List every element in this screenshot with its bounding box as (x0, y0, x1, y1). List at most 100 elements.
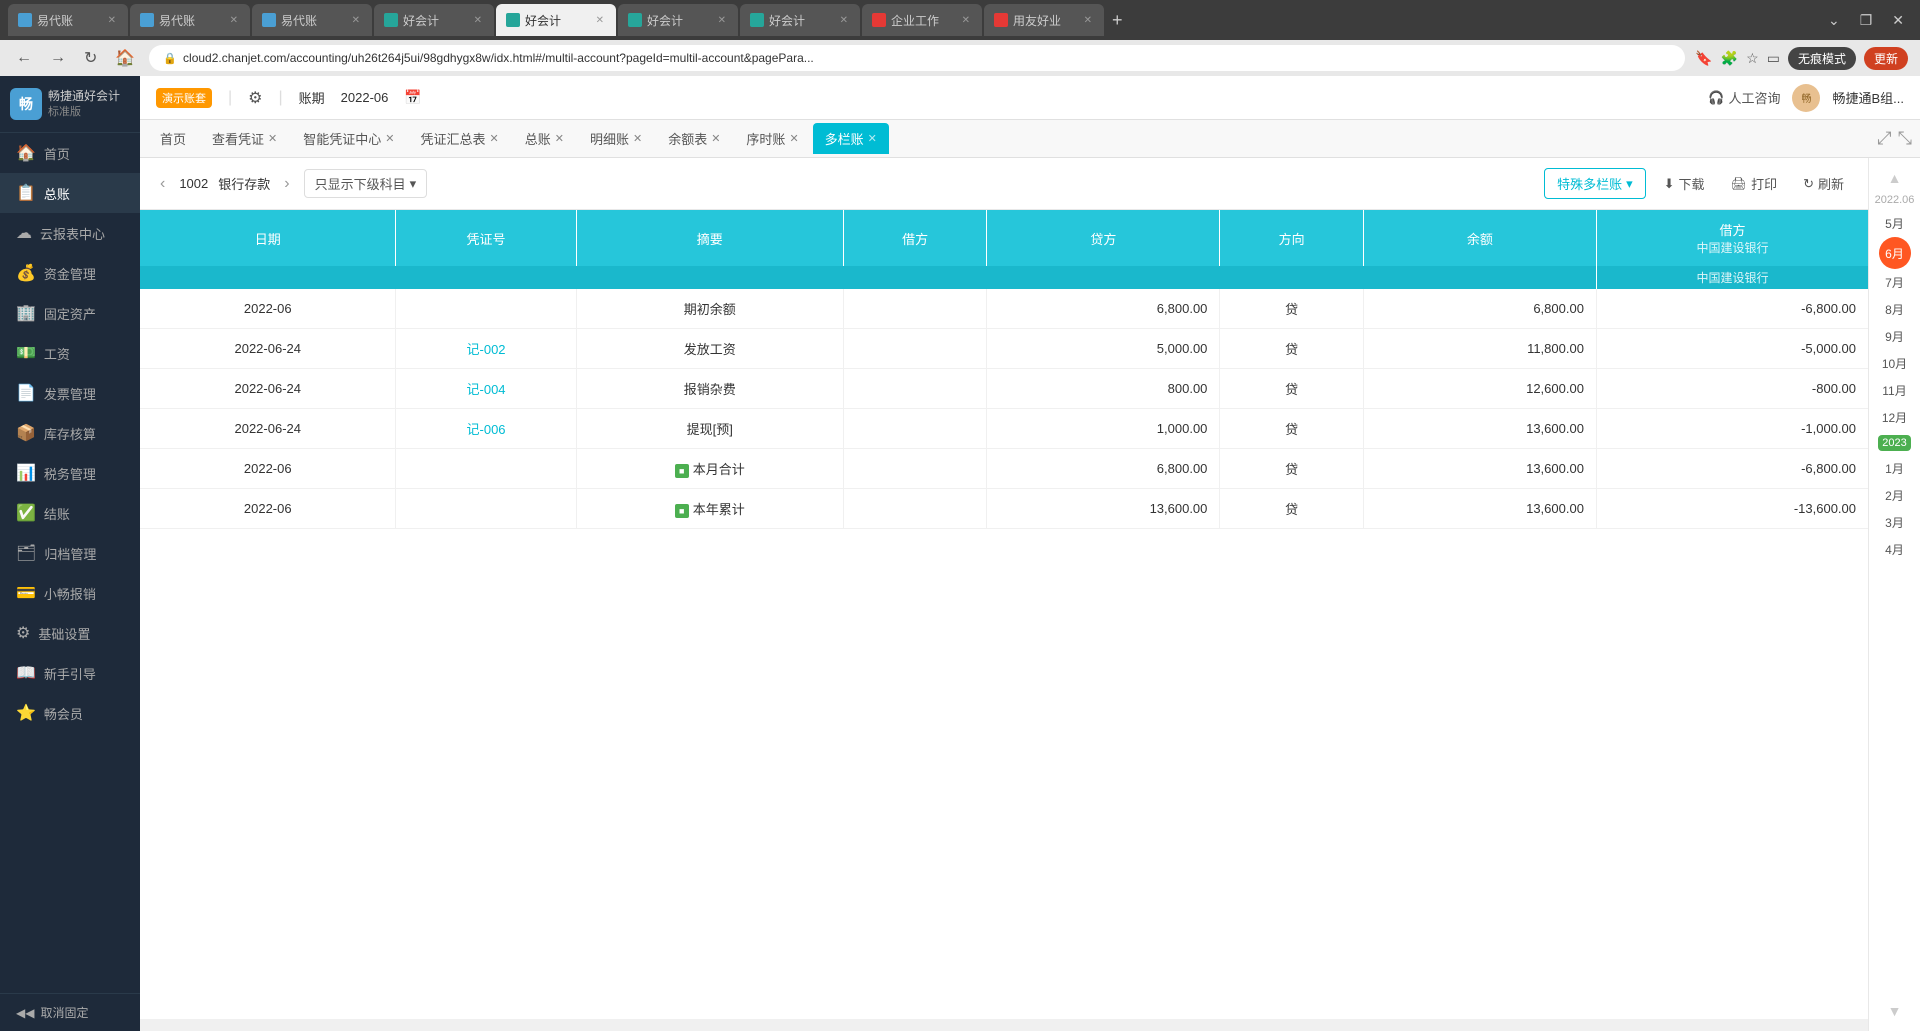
timeline-up-button[interactable]: ▲ (1884, 166, 1906, 190)
timeline-month-jan[interactable]: 1月 (1876, 455, 1914, 482)
tab-detail-ledger-close[interactable]: ✕ (633, 132, 642, 145)
sidebar-item-guide[interactable]: 📖 新手引导 (0, 653, 140, 693)
timeline-down-button[interactable]: ▼ (1884, 999, 1906, 1023)
collapse-panel-button[interactable]: ⤢ (1877, 128, 1891, 149)
timeline-month-11[interactable]: 11月 (1876, 377, 1914, 404)
timeline-month-12[interactable]: 12月 (1876, 404, 1914, 431)
browser-tab-3[interactable]: 易代账 ✕ (252, 4, 372, 36)
tab-close-7[interactable]: ✕ (838, 13, 850, 28)
sidebar-item-cloud-report[interactable]: ☁ 云报表中心 (0, 213, 140, 253)
next-account-button[interactable]: › (280, 171, 293, 197)
browser-tab-5[interactable]: 好会计 ✕ (496, 4, 616, 36)
tab-close-6[interactable]: ✕ (716, 13, 728, 28)
tab-balance[interactable]: 余额表 ✕ (656, 123, 732, 154)
table-cell[interactable] (396, 489, 576, 529)
browser-tab-2[interactable]: 易代账 ✕ (130, 4, 250, 36)
timeline-month-8[interactable]: 8月 (1876, 296, 1914, 323)
sidebar-item-expense[interactable]: 💳 小畅报销 (0, 573, 140, 613)
expand-panel-button[interactable]: ⤡ (1898, 128, 1912, 149)
sidebar-pin-button[interactable]: ◀◀ 取消固定 (0, 994, 140, 1031)
special-multi-column-button[interactable]: 特殊多栏账 ▾ (1544, 168, 1646, 199)
tab-multi-column-close[interactable]: ✕ (868, 132, 877, 145)
browser-tab-8[interactable]: 企业工作 ✕ (862, 4, 982, 36)
tab-close-1[interactable]: ✕ (106, 13, 118, 28)
update-button[interactable]: 更新 (1864, 47, 1908, 70)
sidebar-item-close-books[interactable]: ✅ 结账 (0, 493, 140, 533)
timeline-month-mar[interactable]: 3月 (1876, 509, 1914, 536)
bookmark-icon[interactable]: 🔖 (1695, 50, 1712, 67)
timeline-month-6[interactable]: 6月 (1879, 237, 1911, 269)
table-cell[interactable] (396, 289, 576, 329)
print-button[interactable]: 🖨 打印 (1723, 169, 1786, 198)
restore-button[interactable]: ❐ (1852, 8, 1881, 33)
tab-home[interactable]: 首页 (148, 123, 198, 154)
table-cell[interactable]: 记-002 (396, 329, 576, 369)
browser-tab-4[interactable]: 好会计 ✕ (374, 4, 494, 36)
browser-tab-7[interactable]: 好会计 ✕ (740, 4, 860, 36)
sidebar-item-membership[interactable]: ⭐ 畅会员 (0, 693, 140, 733)
horizontal-scrollbar[interactable] (140, 1019, 1868, 1031)
home-button[interactable]: 🏠 (111, 44, 139, 72)
minimize-button[interactable]: ⌄ (1820, 8, 1848, 33)
new-tab-button[interactable]: + (1106, 10, 1129, 31)
tab-close-2[interactable]: ✕ (228, 13, 240, 28)
table-cell[interactable]: 记-004 (396, 369, 576, 409)
tab-detail-ledger[interactable]: 明细账 ✕ (578, 123, 654, 154)
browser-tab-6[interactable]: 好会计 ✕ (618, 4, 738, 36)
star-icon[interactable]: ☆ (1746, 50, 1759, 67)
refresh-button[interactable]: ↻ (80, 44, 101, 72)
url-input[interactable]: 🔒 cloud2.chanjet.com/accounting/uh26t264… (149, 45, 1685, 71)
sidebar-item-fund[interactable]: 💰 资金管理 (0, 253, 140, 293)
download-button[interactable]: ⬇ 下载 (1656, 169, 1713, 198)
refresh-button[interactable]: ↻ 刷新 (1795, 169, 1852, 198)
tab-general-ledger[interactable]: 总账 ✕ (513, 123, 576, 154)
table-cell[interactable] (396, 449, 576, 489)
sidebar-item-payroll[interactable]: 💵 工资 (0, 333, 140, 373)
timeline-month-10[interactable]: 10月 (1876, 350, 1914, 377)
tab-close-4[interactable]: ✕ (472, 13, 484, 28)
sidebar-item-settings[interactable]: ⚙ 基础设置 (0, 613, 140, 653)
sidebar-toggle-icon[interactable]: ▭ (1767, 50, 1780, 67)
tab-view-voucher[interactable]: 查看凭证 ✕ (200, 123, 289, 154)
tab-label-4: 好会计 (403, 12, 467, 29)
timeline-month-9[interactable]: 9月 (1876, 323, 1914, 350)
back-button[interactable]: ← (12, 45, 36, 71)
no-trace-button[interactable]: 无痕模式 (1788, 47, 1856, 70)
tab-smart-voucher[interactable]: 智能凭证中心 ✕ (291, 123, 406, 154)
sidebar-item-assets[interactable]: 🏢 固定资产 (0, 293, 140, 333)
timeline-month-7[interactable]: 7月 (1876, 269, 1914, 296)
sidebar-item-inventory[interactable]: 📦 库存核算 (0, 413, 140, 453)
sidebar-item-tax[interactable]: 📊 税务管理 (0, 453, 140, 493)
browser-tab-9[interactable]: 用友好业 ✕ (984, 4, 1104, 36)
tab-journal-close[interactable]: ✕ (789, 132, 798, 145)
tab-balance-close[interactable]: ✕ (711, 132, 720, 145)
extensions-icon[interactable]: 🧩 (1721, 50, 1738, 67)
timeline-month-feb[interactable]: 2月 (1876, 482, 1914, 509)
tab-smart-voucher-close[interactable]: ✕ (385, 132, 394, 145)
sidebar-item-invoice[interactable]: 📄 发票管理 (0, 373, 140, 413)
close-button[interactable]: ✕ (1884, 8, 1912, 33)
tab-view-voucher-close[interactable]: ✕ (268, 132, 277, 145)
timeline-month-apr[interactable]: 4月 (1876, 536, 1914, 563)
sidebar-item-ledger[interactable]: 📋 总账 (0, 173, 140, 213)
tab-multi-column[interactable]: 多栏账 ✕ (813, 123, 889, 154)
table-cell[interactable]: 记-006 (396, 409, 576, 449)
tab-close-3[interactable]: ✕ (350, 13, 362, 28)
tab-general-ledger-close[interactable]: ✕ (555, 132, 564, 145)
browser-tab-1[interactable]: 易代账 ✕ (8, 4, 128, 36)
tab-voucher-summary[interactable]: 凭证汇总表 ✕ (408, 123, 510, 154)
tab-voucher-summary-close[interactable]: ✕ (490, 132, 499, 145)
prev-account-button[interactable]: ‹ (156, 171, 169, 197)
sub-account-filter-dropdown[interactable]: 只显示下级科目 ▾ (304, 169, 428, 198)
timeline-month-5[interactable]: 5月 (1876, 210, 1914, 237)
tab-close-9[interactable]: ✕ (1082, 13, 1094, 28)
sidebar-item-archive[interactable]: 🗂 归档管理 (0, 533, 140, 573)
forward-button[interactable]: → (46, 45, 70, 71)
tab-close-8[interactable]: ✕ (960, 13, 972, 28)
tab-journal[interactable]: 序时账 ✕ (734, 123, 810, 154)
settings-gear-icon[interactable]: ⚙ (248, 88, 262, 108)
consult-button[interactable]: 🎧 人工咨询 (1708, 88, 1780, 107)
tab-close-5[interactable]: ✕ (594, 13, 606, 28)
sidebar-item-home[interactable]: 🏠 首页 (0, 133, 140, 173)
calendar-icon[interactable]: 📅 (404, 89, 421, 106)
